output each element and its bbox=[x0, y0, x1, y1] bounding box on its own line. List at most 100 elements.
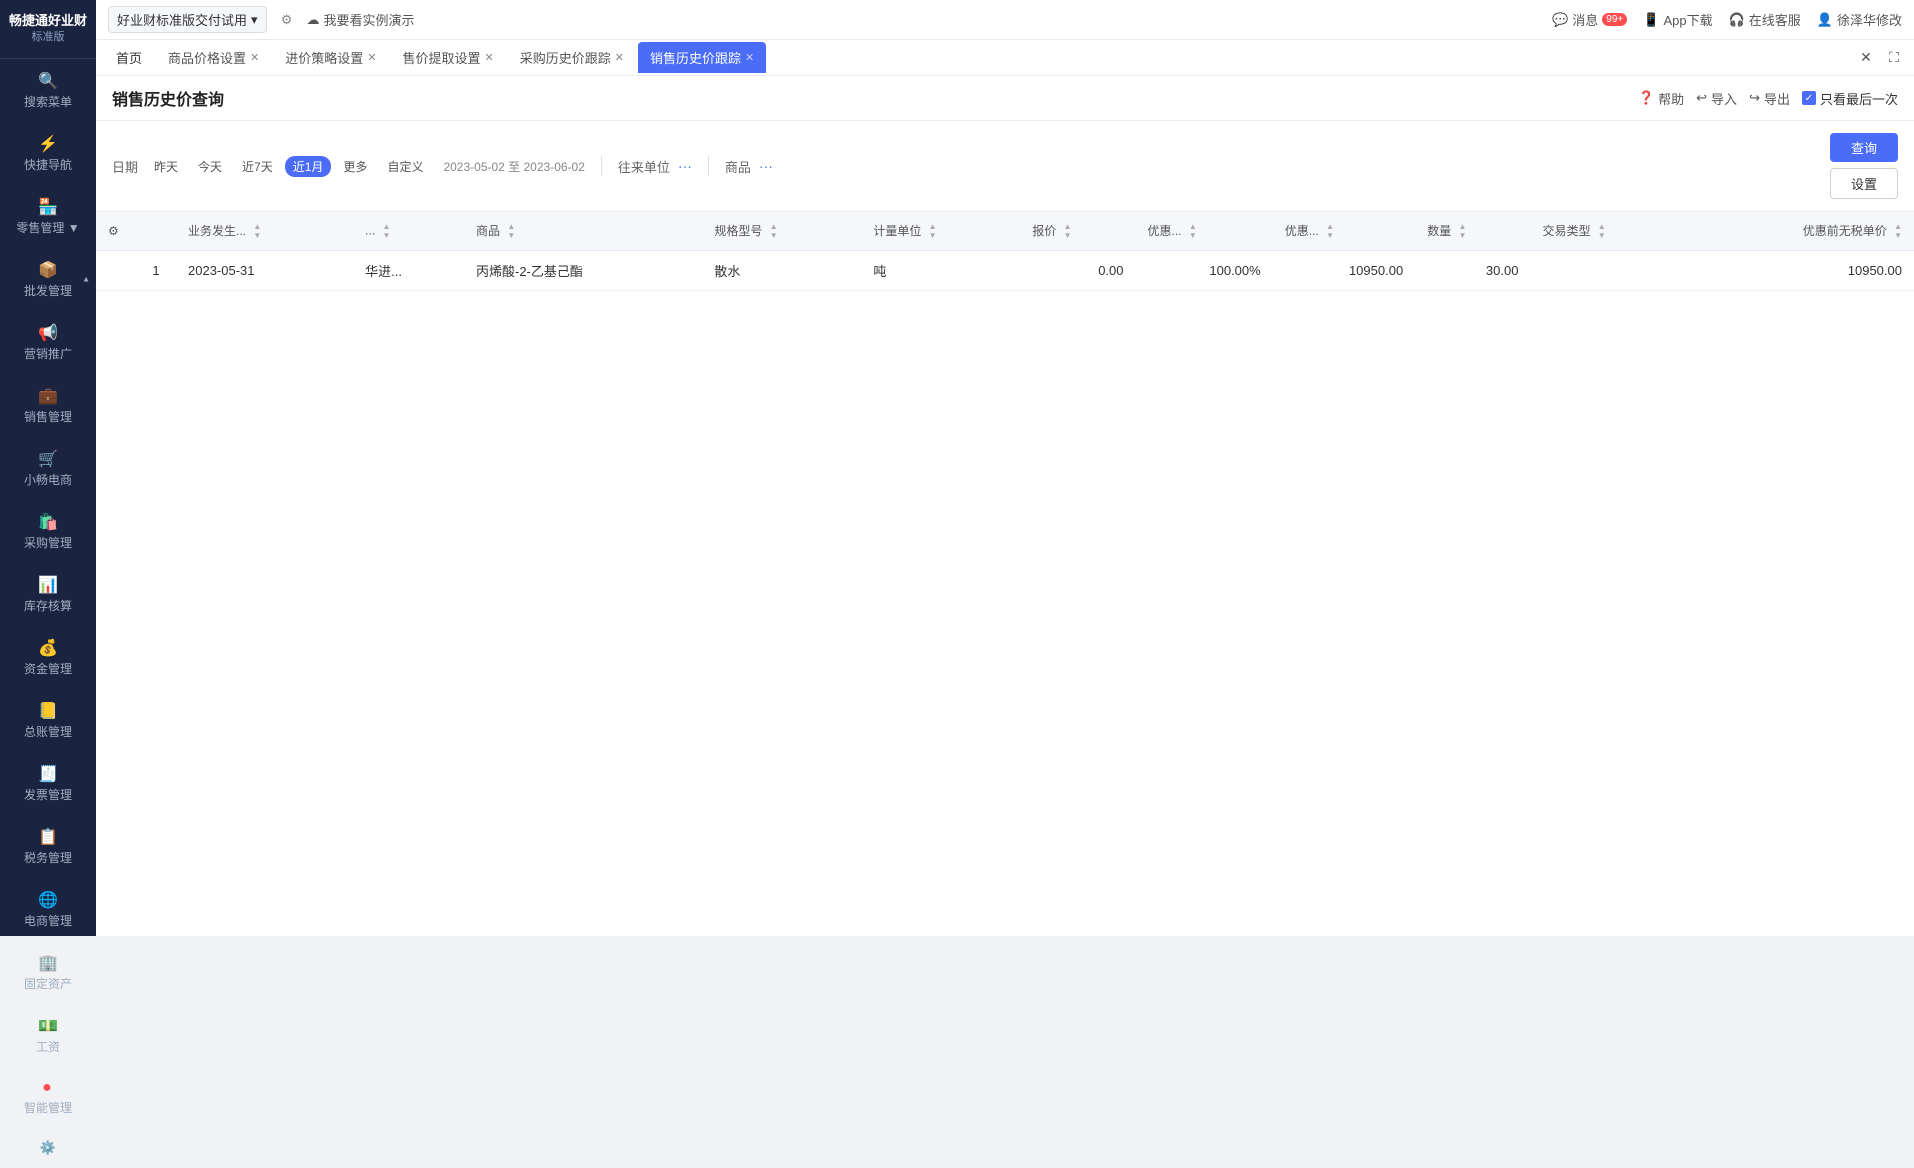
assets-icon: 🏢 bbox=[8, 953, 88, 973]
query-button[interactable]: 查询 bbox=[1830, 133, 1898, 162]
date-1month[interactable]: 近1月 bbox=[285, 156, 332, 177]
logo-title: 畅捷通好业财 bbox=[8, 12, 88, 30]
messages-badge: 99+ bbox=[1602, 13, 1627, 26]
main-area: 好业财标准版交付试用 ▾ ⚙ ☁ 我要看实例演示 💬 消息 99+ 📱 App下… bbox=[96, 0, 1914, 936]
online-service-button[interactable]: 🎧 在线客服 bbox=[1729, 10, 1801, 29]
tab-purchase-strategy[interactable]: 进价策略设置 ✕ bbox=[273, 42, 388, 73]
th-discount1[interactable]: 优惠... ▲▼ bbox=[1136, 212, 1273, 251]
tab-close-sales-history[interactable]: ✕ bbox=[745, 51, 754, 64]
product-input[interactable]: ··· bbox=[759, 158, 773, 174]
sidebar-item-finance[interactable]: 💰 资金管理 bbox=[0, 626, 96, 689]
th-biz-date[interactable]: 业务发生... ▲▼ bbox=[176, 212, 353, 251]
th-gear[interactable]: ⚙ bbox=[96, 212, 136, 251]
date-custom[interactable]: 自定义 bbox=[379, 156, 431, 177]
finance-icon: 💰 bbox=[8, 638, 88, 658]
th-unit[interactable]: 计量单位 ▲▼ bbox=[861, 212, 1020, 251]
sort-icons-more: ▲▼ bbox=[383, 223, 391, 240]
date-today[interactable]: 今天 bbox=[190, 156, 230, 177]
only-last-checkbox-label[interactable]: ✓ 只看最后一次 bbox=[1802, 89, 1898, 108]
window-controls: ✕ ⛶ bbox=[1854, 46, 1906, 70]
import-button[interactable]: ↩ 导入 bbox=[1696, 89, 1737, 108]
sidebar-settings[interactable]: ⚙️ bbox=[0, 1128, 96, 1168]
messages-button[interactable]: 💬 消息 99+ bbox=[1552, 10, 1627, 29]
version-settings-icon[interactable]: ⚙ bbox=[275, 8, 299, 32]
th-qty[interactable]: 数量 ▲▼ bbox=[1415, 212, 1530, 251]
sidebar-item-purchase[interactable]: 🛍️ 采购管理 bbox=[0, 500, 96, 563]
tab-close-purchase-strategy[interactable]: ✕ bbox=[367, 51, 376, 64]
tab-price-extract[interactable]: 售价提取设置 ✕ bbox=[390, 42, 505, 73]
date-7days[interactable]: 近7天 bbox=[234, 156, 281, 177]
settings-button[interactable]: 设置 bbox=[1830, 168, 1898, 199]
sidebar-item-smart[interactable]: ● 智能管理 bbox=[0, 1067, 96, 1128]
sidebar-item-quicknav[interactable]: ⚡ 快捷导航 bbox=[0, 122, 96, 185]
sidebar-item-salary[interactable]: 💵 工资 bbox=[0, 1004, 96, 1067]
sidebar-item-invoice[interactable]: 🧾 发票管理 bbox=[0, 752, 96, 815]
th-spec[interactable]: 规格型号 ▲▼ bbox=[702, 212, 861, 251]
sidebar-item-ecom[interactable]: 🌐 电商管理 bbox=[0, 878, 96, 941]
help-button[interactable]: ❓ 帮助 bbox=[1638, 89, 1684, 108]
settings-icon: ⚙️ bbox=[40, 1140, 56, 1155]
gear-icon: ⚙ bbox=[108, 224, 119, 238]
tab-sales-history[interactable]: 销售历史价跟踪 ✕ bbox=[638, 42, 766, 73]
sidebar-item-tax[interactable]: 📋 税务管理 bbox=[0, 815, 96, 878]
td-unit: 吨 bbox=[861, 251, 1020, 291]
user-menu[interactable]: 👤 徐泽华修改 bbox=[1817, 10, 1902, 29]
th-price[interactable]: 报价 ▲▼ bbox=[1020, 212, 1135, 251]
marketing-icon: 📢 bbox=[8, 323, 88, 343]
filter-divider-2 bbox=[708, 156, 709, 176]
sidebar-item-accounting[interactable]: 📒 总账管理 bbox=[0, 689, 96, 752]
sidebar-item-search[interactable]: 🔍 搜索菜单 bbox=[0, 59, 96, 122]
top-bar-left: 好业财标准版交付试用 ▾ ⚙ ☁ 我要看实例演示 bbox=[108, 6, 1552, 33]
demo-link[interactable]: ☁ 我要看实例演示 bbox=[307, 10, 415, 29]
table-area: ⚙ 业务发生... ▲▼ ... ▲▼ 商品 ▲▼ bbox=[96, 212, 1914, 936]
logo-sub: 标准版 bbox=[8, 30, 88, 45]
tab-purchase-history[interactable]: 采购历史价跟踪 ✕ bbox=[508, 42, 636, 73]
td-biz-date: 2023-05-31 bbox=[176, 251, 353, 291]
td-discount2: 10950.00 bbox=[1273, 251, 1415, 291]
salary-icon: 💵 bbox=[8, 1016, 88, 1036]
page-header: 销售历史价查询 ❓ 帮助 ↩ 导入 ↪ 导出 ✓ 只看最后一次 bbox=[96, 76, 1914, 121]
tab-close-product-price[interactable]: ✕ bbox=[250, 51, 259, 64]
sidebar-item-inventory[interactable]: 📊 库存核算 bbox=[0, 563, 96, 626]
version-selector[interactable]: 好业财标准版交付试用 ▾ bbox=[108, 6, 267, 33]
only-last-checkbox[interactable]: ✓ bbox=[1802, 91, 1816, 105]
date-yesterday[interactable]: 昨天 bbox=[146, 156, 186, 177]
th-product[interactable]: 商品 ▲▼ bbox=[464, 212, 702, 251]
user-icon: 👤 bbox=[1817, 12, 1833, 28]
tab-close-purchase-history[interactable]: ✕ bbox=[615, 51, 624, 64]
ecom-icon: 🌐 bbox=[8, 890, 88, 910]
sidebar-item-assets[interactable]: 🏢 固定资产 bbox=[0, 941, 96, 1004]
date-more[interactable]: 更多 bbox=[335, 156, 375, 177]
product-label: 商品 bbox=[725, 157, 751, 176]
sidebar-item-sales[interactable]: 💼 销售管理 bbox=[0, 374, 96, 437]
import-icon: ↩ bbox=[1696, 90, 1707, 106]
td-gear bbox=[96, 251, 136, 291]
retail-icon: 🏪 bbox=[8, 197, 88, 217]
sidebar-item-wholesale[interactable]: 📦 批发管理 bbox=[0, 248, 96, 311]
sidebar-item-marketing[interactable]: 📢 营销推广 bbox=[0, 311, 96, 374]
tab-close-price-extract[interactable]: ✕ bbox=[485, 51, 494, 64]
th-pretax-price[interactable]: 优惠前无税单价 ▲▼ bbox=[1689, 212, 1914, 251]
data-table: ⚙ 业务发生... ▲▼ ... ▲▼ 商品 ▲▼ bbox=[96, 212, 1914, 291]
table-row[interactable]: 1 2023-05-31 华进... 丙烯酸-2-乙基己酯 散水 吨 0.00 … bbox=[96, 251, 1914, 291]
td-more: 华进... bbox=[353, 251, 464, 291]
window-close-button[interactable]: ✕ bbox=[1854, 46, 1878, 70]
th-discount2[interactable]: 优惠... ▲▼ bbox=[1273, 212, 1415, 251]
purchase-icon: 🛍️ bbox=[8, 512, 88, 532]
export-button[interactable]: ↪ 导出 bbox=[1749, 89, 1790, 108]
td-number: 1 bbox=[136, 251, 176, 291]
version-label: 好业财标准版交付试用 bbox=[117, 10, 247, 29]
td-price: 0.00 bbox=[1020, 251, 1135, 291]
sidebar-item-retail[interactable]: 🏪 零售管理 bbox=[0, 185, 96, 248]
sidebar-item-ecom-small[interactable]: 🛒 小畅电商 bbox=[0, 437, 96, 500]
tab-product-price[interactable]: 商品价格设置 ✕ bbox=[156, 42, 271, 73]
th-more[interactable]: ... ▲▼ bbox=[353, 212, 464, 251]
export-icon: ↪ bbox=[1749, 90, 1760, 106]
app-download-button[interactable]: 📱 App下载 bbox=[1643, 10, 1712, 29]
tax-icon: 📋 bbox=[8, 827, 88, 847]
action-buttons: 查询 设置 bbox=[1830, 133, 1898, 199]
th-tx-type[interactable]: 交易类型 ▲▼ bbox=[1530, 212, 1689, 251]
window-maximize-button[interactable]: ⛶ bbox=[1882, 46, 1906, 70]
tab-home[interactable]: 首页 bbox=[104, 42, 154, 73]
from-unit-input[interactable]: ··· bbox=[678, 158, 692, 174]
